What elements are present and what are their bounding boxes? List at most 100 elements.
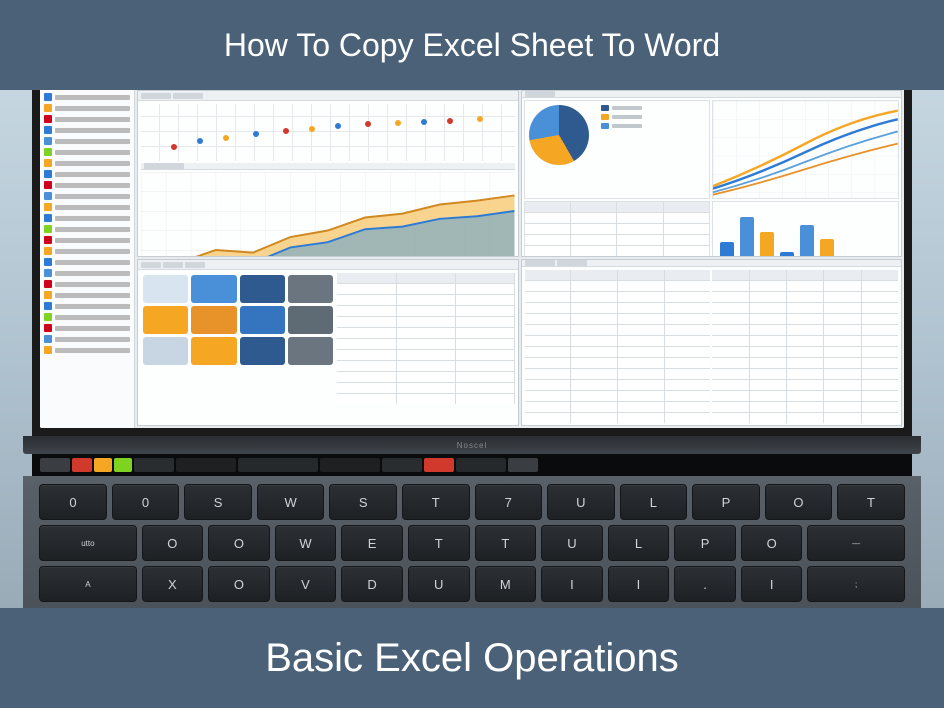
cell: [397, 273, 455, 283]
cell: [397, 328, 455, 338]
cell: [862, 358, 898, 368]
bar: [740, 217, 754, 257]
data-point: [223, 135, 229, 141]
cell: [525, 281, 571, 291]
cell: [862, 347, 898, 357]
cell: [712, 402, 748, 412]
sidebar-label: [55, 326, 130, 331]
sidebar-icon: [44, 236, 52, 244]
keyboard-key: L: [620, 484, 688, 520]
tile: [191, 306, 236, 334]
cell: [665, 336, 711, 346]
cell: [525, 303, 571, 313]
excel-screen: [40, 90, 904, 428]
keyboard-key: I: [541, 566, 603, 602]
cell: [525, 347, 571, 357]
data-point: [447, 118, 453, 124]
cell: [665, 314, 711, 324]
sidebar-label: [55, 172, 130, 177]
keyboard-key: X: [142, 566, 204, 602]
sidebar-item: [42, 224, 132, 234]
cell: [750, 402, 786, 412]
cell: [665, 380, 711, 390]
cell: [712, 391, 748, 401]
keyboard-key: D: [341, 566, 403, 602]
cell: [618, 369, 664, 379]
cell: [750, 358, 786, 368]
panel-tab: [185, 262, 205, 268]
sidebar-icon: [44, 93, 52, 101]
tile: [240, 275, 285, 303]
panel-header: [138, 260, 518, 270]
tile: [191, 275, 236, 303]
cell: [824, 281, 860, 291]
panel-tab: [525, 260, 555, 266]
cell: [525, 325, 571, 335]
cell: [712, 358, 748, 368]
cell: [665, 369, 711, 379]
touchbar: [32, 454, 912, 476]
cell: [750, 347, 786, 357]
cell: [787, 281, 823, 291]
sidebar-icon: [44, 291, 52, 299]
sidebar-item: [42, 92, 132, 102]
cell: [571, 391, 617, 401]
cell: [665, 303, 711, 313]
cell: [456, 306, 514, 316]
sidebar-label: [55, 282, 130, 287]
sidebar-item: [42, 345, 132, 355]
sidebar-item: [42, 301, 132, 311]
cell: [456, 394, 514, 404]
panel-header: [522, 91, 902, 98]
cell: [750, 292, 786, 302]
sidebar-label: [55, 139, 130, 144]
sidebar-item: [42, 147, 132, 157]
keyboard-key: L: [608, 525, 670, 561]
title-text: How To Copy Excel Sheet To Word: [224, 27, 720, 64]
sidebar: [40, 90, 135, 428]
cell: [664, 202, 709, 212]
sidebar-item: [42, 191, 132, 201]
cell: [525, 391, 571, 401]
cell: [665, 358, 711, 368]
keyboard-key: M: [475, 566, 537, 602]
cell: [787, 413, 823, 423]
cell: [571, 358, 617, 368]
cell: [750, 369, 786, 379]
sidebar-icon: [44, 346, 52, 354]
sidebar-item: [42, 246, 132, 256]
keyboard-key: 7: [475, 484, 543, 520]
cell: [525, 270, 571, 280]
tile: [240, 306, 285, 334]
cell: [824, 325, 860, 335]
sidebar-label: [55, 150, 130, 155]
panel-tab: [144, 163, 184, 169]
cell: [787, 314, 823, 324]
sub-header: [141, 163, 515, 170]
mini-table-panel: [524, 201, 711, 257]
sidebar-icon: [44, 269, 52, 277]
cell: [665, 270, 711, 280]
sidebar-item: [42, 169, 132, 179]
cell: [397, 372, 455, 382]
cell: [862, 380, 898, 390]
cell: [337, 295, 395, 305]
cell: [787, 336, 823, 346]
tile: [240, 337, 285, 365]
cell: [618, 391, 664, 401]
touchbar-segment: [456, 458, 506, 472]
keyboard-key: O: [741, 525, 803, 561]
keyboard-key: I: [741, 566, 803, 602]
panel-tab: [173, 93, 203, 99]
cell: [456, 284, 514, 294]
panel-bottom-right: [521, 259, 903, 426]
bar: [800, 225, 814, 257]
cell: [862, 369, 898, 379]
cell: [824, 303, 860, 313]
sidebar-label: [55, 337, 130, 342]
keyboard-key: T: [475, 525, 537, 561]
cell: [525, 314, 571, 324]
keyboard-key: U: [408, 566, 470, 602]
sidebar-label: [55, 106, 130, 111]
cell: [571, 325, 617, 335]
